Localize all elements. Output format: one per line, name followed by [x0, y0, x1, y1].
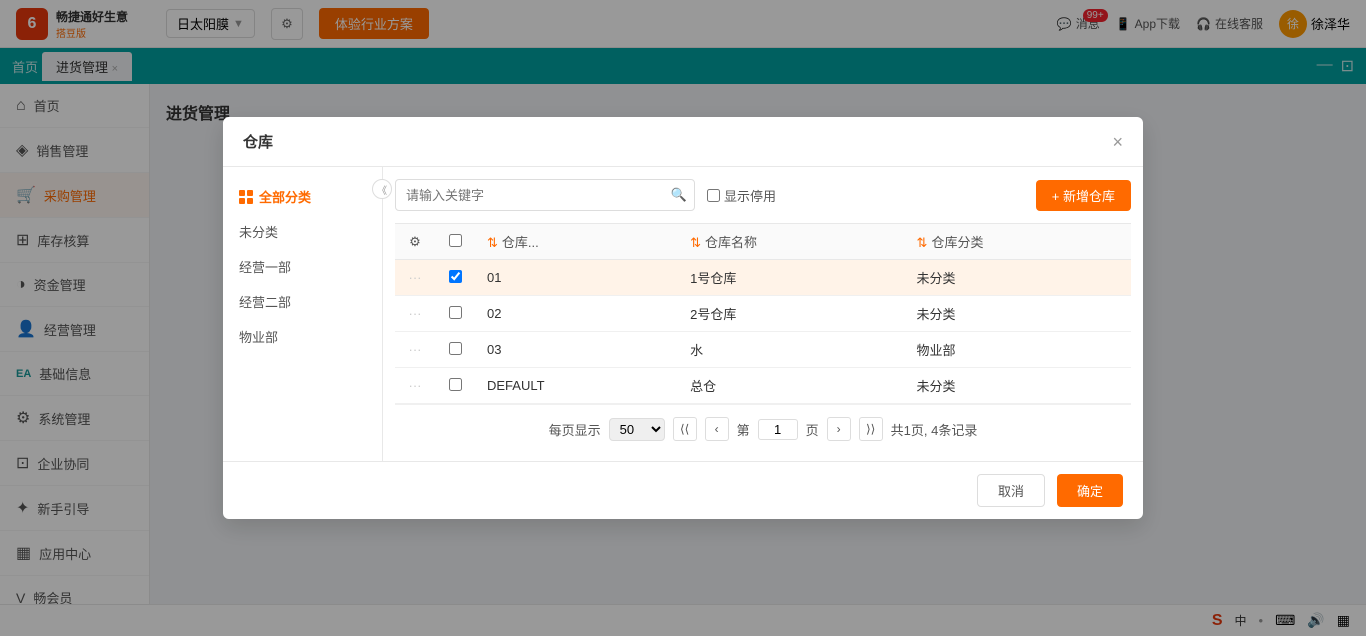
row-checkbox[interactable]	[449, 342, 462, 355]
row-checkbox-cell[interactable]	[435, 296, 475, 332]
modal-footer: 取消 确定	[223, 461, 1143, 519]
grid-icon	[239, 190, 253, 204]
warehouse-table: ⚙ ⇅仓库... ⇅仓库名称	[395, 223, 1131, 404]
add-warehouse-button[interactable]: + 新增仓库	[1036, 180, 1131, 211]
row-category: 未分类	[905, 260, 1131, 296]
prev-page-button[interactable]: ‹	[705, 417, 729, 441]
search-input[interactable]	[395, 179, 695, 211]
confirm-button[interactable]: 确定	[1057, 474, 1123, 507]
category-all-header[interactable]: 全部分类	[223, 179, 382, 214]
row-code: 02	[475, 296, 678, 332]
table-row[interactable]: ··· 02 2号仓库 未分类	[395, 296, 1131, 332]
row-name: 总仓	[678, 368, 904, 404]
row-action-cell[interactable]: ···	[395, 368, 435, 404]
row-category: 物业部	[905, 332, 1131, 368]
sort-icon: ⇅	[690, 235, 701, 250]
show-disabled-wrap[interactable]: 显示停用	[707, 186, 776, 205]
row-checkbox-cell[interactable]	[435, 368, 475, 404]
warehouse-modal: 仓库 × 全部分类 《 未分类 经营一部 经营二部 物业部	[223, 117, 1143, 519]
table-toolbar: 🔍 显示停用 + 新增仓库	[395, 179, 1131, 211]
category-item-property[interactable]: 物业部	[223, 319, 382, 354]
col-settings[interactable]: ⚙	[395, 224, 435, 260]
col-name[interactable]: ⇅仓库名称	[678, 224, 904, 260]
page-number-input[interactable]	[758, 419, 798, 440]
category-item-dept1[interactable]: 经营一部	[223, 249, 382, 284]
pagination: 每页显示 50 100 200 ⟨⟨ ‹ 第 页 › ⟩⟩ 共1页, 4条记录	[395, 404, 1131, 449]
modal-body: 全部分类 《 未分类 经营一部 经营二部 物业部 🔍	[223, 167, 1143, 461]
sort-icon: ⇅	[917, 235, 928, 250]
row-checkbox[interactable]	[449, 306, 462, 319]
table-header-row: ⚙ ⇅仓库... ⇅仓库名称	[395, 224, 1131, 260]
page-label-pre: 第	[737, 420, 750, 439]
category-item-dept2[interactable]: 经营二部	[223, 284, 382, 319]
row-name: 1号仓库	[678, 260, 904, 296]
table-row[interactable]: ··· 01 1号仓库 未分类	[395, 260, 1131, 296]
all-categories-label: 全部分类	[259, 187, 311, 206]
row-code: DEFAULT	[475, 368, 678, 404]
sort-icon: ⇅	[487, 235, 498, 250]
row-code: 01	[475, 260, 678, 296]
modal-close-button[interactable]: ×	[1112, 133, 1123, 151]
row-category: 未分类	[905, 368, 1131, 404]
row-action-icon[interactable]: ···	[409, 378, 422, 393]
table-panel: 🔍 显示停用 + 新增仓库 ⚙	[383, 167, 1143, 461]
table-row[interactable]: ··· 03 水 物业部	[395, 332, 1131, 368]
first-page-button[interactable]: ⟨⟨	[673, 417, 697, 441]
modal-title: 仓库	[243, 131, 273, 152]
modal-header: 仓库 ×	[223, 117, 1143, 167]
col-checkbox	[435, 224, 475, 260]
row-category: 未分类	[905, 296, 1131, 332]
search-icon[interactable]: 🔍	[671, 187, 687, 203]
next-page-button[interactable]: ›	[827, 417, 851, 441]
row-action-cell[interactable]: ···	[395, 260, 435, 296]
row-checkbox[interactable]	[449, 270, 462, 283]
collapse-icon: 《	[377, 182, 387, 197]
show-disabled-checkbox[interactable]	[707, 189, 720, 202]
row-checkbox-cell[interactable]	[435, 332, 475, 368]
per-page-select[interactable]: 50 100 200	[609, 418, 665, 441]
row-action-cell[interactable]: ···	[395, 296, 435, 332]
row-name: 水	[678, 332, 904, 368]
row-action-icon[interactable]: ···	[409, 342, 422, 357]
category-panel: 全部分类 《 未分类 经营一部 经营二部 物业部	[223, 167, 383, 461]
table-container: ⚙ ⇅仓库... ⇅仓库名称	[395, 223, 1131, 404]
col-category[interactable]: ⇅仓库分类	[905, 224, 1131, 260]
category-item-unclassified[interactable]: 未分类	[223, 214, 382, 249]
row-checkbox[interactable]	[449, 378, 462, 391]
table-row[interactable]: ··· DEFAULT 总仓 未分类	[395, 368, 1131, 404]
cancel-button[interactable]: 取消	[977, 474, 1045, 507]
per-page-label: 每页显示	[549, 420, 601, 439]
total-records: 共1页, 4条记录	[891, 420, 978, 439]
row-code: 03	[475, 332, 678, 368]
row-checkbox-cell[interactable]	[435, 260, 475, 296]
row-action-icon[interactable]: ···	[409, 306, 422, 321]
search-wrap: 🔍	[395, 179, 695, 211]
collapse-button[interactable]: 《	[372, 179, 392, 199]
select-all-checkbox[interactable]	[449, 234, 462, 247]
col-code[interactable]: ⇅仓库...	[475, 224, 678, 260]
row-name: 2号仓库	[678, 296, 904, 332]
row-action-icon[interactable]: ···	[409, 270, 422, 285]
page-label-post: 页	[806, 420, 819, 439]
row-action-cell[interactable]: ···	[395, 332, 435, 368]
show-disabled-label: 显示停用	[724, 186, 776, 205]
modal-overlay[interactable]: 仓库 × 全部分类 《 未分类 经营一部 经营二部 物业部	[0, 0, 1366, 636]
last-page-button[interactable]: ⟩⟩	[859, 417, 883, 441]
